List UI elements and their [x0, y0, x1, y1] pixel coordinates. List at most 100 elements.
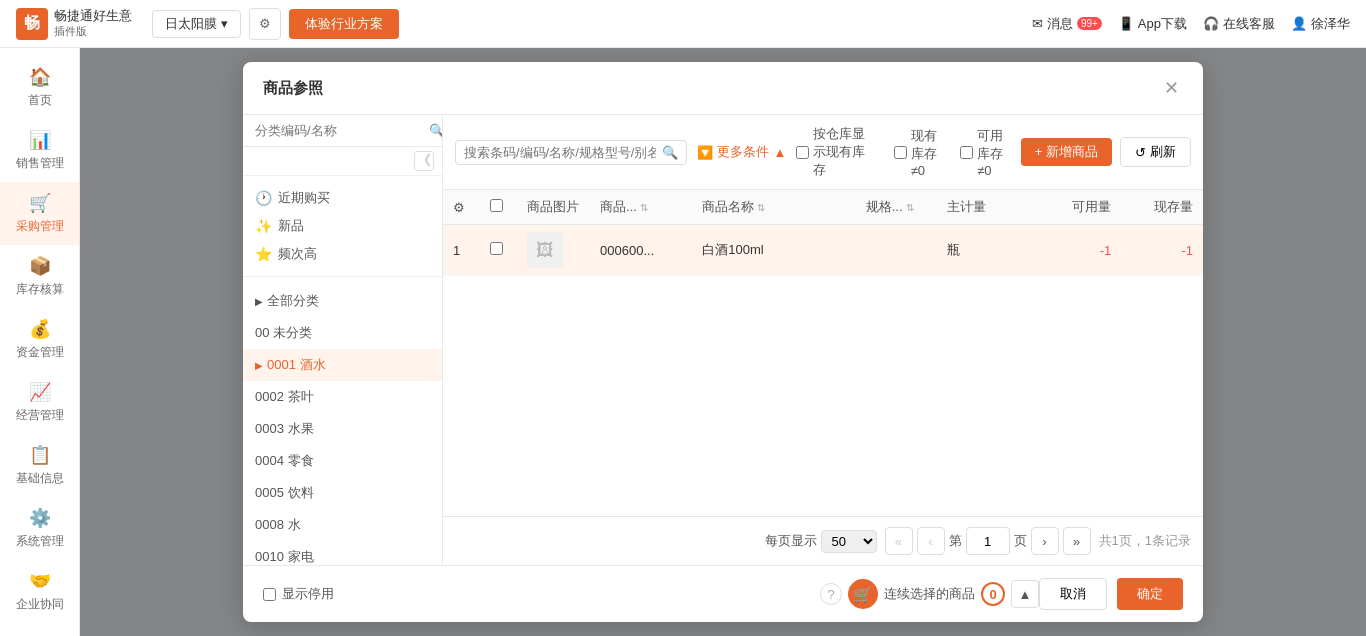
confirm-button[interactable]: 确定	[1117, 578, 1183, 610]
user-profile[interactable]: 👤 徐泽华	[1291, 15, 1350, 33]
cat-item-beverage[interactable]: 0005 饮料	[243, 477, 442, 509]
cart-area: ? 🛒 连续选择的商品 0 ▲	[820, 579, 1039, 609]
cat-item-unclassified[interactable]: 00 未分类	[243, 317, 442, 349]
search-icon[interactable]: 🔍	[662, 145, 678, 160]
store-dropdown[interactable]: 日太阳膜 ▾	[152, 10, 241, 38]
quick-link-new[interactable]: ✨ 新品	[255, 212, 430, 240]
modal-body: 🔍 《 🕐 近期购买 ✨	[243, 115, 1203, 565]
cat-item-all[interactable]: ▶ 全部分类	[243, 285, 442, 317]
sidebar-item-ops[interactable]: 📈 经营管理	[0, 371, 79, 434]
page-size-select[interactable]: 50 10 20 100	[821, 530, 877, 553]
first-page-button[interactable]: «	[885, 527, 913, 555]
toolbar-buttons: + 新增商品 ↺ 刷新	[1021, 137, 1191, 167]
sales-icon: 📊	[29, 129, 51, 151]
cat-item-water[interactable]: 0008 水	[243, 509, 442, 541]
col-checkbox	[480, 190, 517, 225]
quick-link-label: 新品	[278, 217, 304, 235]
table-header-row: ⚙ 商品图片 商品... ⇅	[443, 190, 1203, 225]
cat-item-tea[interactable]: 0002 茶叶	[243, 381, 442, 413]
category-search-input[interactable]	[255, 123, 423, 138]
table-row[interactable]: 1 🖼 000600... 白酒100ml	[443, 225, 1203, 276]
page-size-selector: 每页显示 50 10 20 100	[765, 530, 877, 553]
nav-right: ✉ 消息 99+ 📱 App下载 🎧 在线客服 👤 徐泽华	[1032, 15, 1350, 33]
cat-item-snack[interactable]: 0004 零食	[243, 445, 442, 477]
collapse-cart-button[interactable]: ▲	[1011, 580, 1039, 608]
sort-icon: ⇅	[640, 202, 648, 213]
cat-item-alcohol[interactable]: ▶ 0001 酒水	[243, 349, 442, 381]
col-spec-header[interactable]: 规格... ⇅	[856, 190, 938, 225]
sidebar-item-label: 资金管理	[16, 344, 64, 361]
fire-icon: ⭐	[255, 246, 272, 262]
sidebar-item-finance[interactable]: 💰 资金管理	[0, 308, 79, 371]
row-available: -1	[1019, 225, 1121, 276]
product-table: ⚙ 商品图片 商品... ⇅	[443, 190, 1203, 276]
page-navigation: « ‹ 第 页 › »	[885, 527, 1091, 555]
sidebar-item-collab[interactable]: 🤝 企业协同	[0, 560, 79, 623]
col-available-header: 可用量	[1019, 190, 1121, 225]
trial-button[interactable]: 体验行业方案	[289, 9, 399, 39]
col-stock-header: 现存量	[1121, 190, 1203, 225]
product-search-input[interactable]	[464, 145, 656, 160]
cat-item-label: 0010 家电	[255, 548, 314, 565]
cart-label: 连续选择的商品	[884, 585, 975, 603]
sidebar-item-label: 采购管理	[16, 218, 64, 235]
quick-link-label: 频次高	[278, 245, 317, 263]
product-table-body: 1 🖼 000600... 白酒100ml	[443, 225, 1203, 276]
product-search-box: 🔍	[455, 140, 687, 165]
prev-page-button[interactable]: ‹	[917, 527, 945, 555]
category-search-icon[interactable]: 🔍	[429, 123, 443, 138]
logo-text: 畅捷通好生意	[54, 8, 132, 25]
nav-center: 日太阳膜 ▾ ⚙ 体验行业方案	[136, 8, 1032, 40]
sidebar-item-sales[interactable]: 📊 销售管理	[0, 119, 79, 182]
modal-header: 商品参照 ✕	[243, 62, 1203, 115]
row-select-checkbox[interactable]	[490, 242, 503, 255]
settings-icon[interactable]: ⚙	[249, 8, 281, 40]
last-page-button[interactable]: »	[1063, 527, 1091, 555]
col-name-header[interactable]: 商品名称 ⇅	[692, 190, 855, 225]
app-download-item[interactable]: 📱 App下载	[1118, 15, 1187, 33]
sidebar-item-home[interactable]: 🏠 首页	[0, 56, 79, 119]
page-label: 第	[949, 532, 962, 550]
filter-button[interactable]: 🔽 更多条件 ▲	[697, 143, 786, 161]
sidebar-item-purchase[interactable]: 🛒 采购管理	[0, 182, 79, 245]
sidebar-item-inventory[interactable]: 📦 库存核算	[0, 245, 79, 308]
row-unit: 瓶	[937, 225, 1019, 276]
col-code-header[interactable]: 商品... ⇅	[590, 190, 692, 225]
sidebar-item-basic[interactable]: 📋 基础信息	[0, 434, 79, 497]
quick-link-recent[interactable]: 🕐 近期购买	[255, 184, 430, 212]
sidebar-item-label: 基础信息	[16, 470, 64, 487]
pagination: 每页显示 50 10 20 100 « ‹	[443, 516, 1203, 565]
checkbox-nonzero-stock[interactable]: 现有库存≠0	[894, 127, 945, 178]
modal-close-button[interactable]: ✕	[1159, 76, 1183, 100]
cat-item-label: 0005 饮料	[255, 484, 314, 502]
category-collapse-area: 《	[243, 147, 442, 176]
quick-link-frequent[interactable]: ⭐ 频次高	[255, 240, 430, 268]
checkbox-warehouse-stock[interactable]: 按仓库显示现有库存	[796, 125, 877, 179]
star-icon: ✨	[255, 218, 272, 234]
cat-item-fruit[interactable]: 0003 水果	[243, 413, 442, 445]
modal-title: 商品参照	[263, 79, 323, 98]
next-page-button[interactable]: ›	[1031, 527, 1059, 555]
product-toolbar: 🔍 🔽 更多条件 ▲ 按仓库显示现有库存	[443, 115, 1203, 190]
checkbox-nonzero-available[interactable]: 可用库存≠0	[960, 127, 1011, 178]
cart-icon[interactable]: 🛒	[848, 579, 878, 609]
help-icon[interactable]: ?	[820, 583, 842, 605]
message-badge: 99+	[1077, 17, 1102, 30]
filter-label: 更多条件	[717, 143, 769, 161]
show-disabled-checkbox[interactable]: 显示停用	[263, 585, 334, 603]
cancel-button[interactable]: 取消	[1039, 578, 1107, 610]
row-stock: -1	[1121, 225, 1203, 276]
product-panel: 🔍 🔽 更多条件 ▲ 按仓库显示现有库存	[443, 115, 1203, 565]
page-number-input[interactable]	[966, 527, 1010, 555]
add-product-button[interactable]: + 新增商品	[1021, 138, 1112, 166]
sidebar-item-guide[interactable]: 📖 新手引导	[0, 623, 79, 636]
message-item[interactable]: ✉ 消息 99+	[1032, 15, 1102, 33]
sort-icon: ⇅	[906, 202, 914, 213]
cat-item-appliance[interactable]: 0010 家电	[243, 541, 442, 565]
refresh-button[interactable]: ↺ 刷新	[1120, 137, 1191, 167]
sidebar-item-system[interactable]: ⚙️ 系统管理	[0, 497, 79, 560]
select-all-checkbox[interactable]	[490, 199, 503, 212]
collapse-button[interactable]: 《	[414, 151, 434, 171]
online-service-item[interactable]: 🎧 在线客服	[1203, 15, 1275, 33]
category-search-area: 🔍	[243, 115, 442, 147]
